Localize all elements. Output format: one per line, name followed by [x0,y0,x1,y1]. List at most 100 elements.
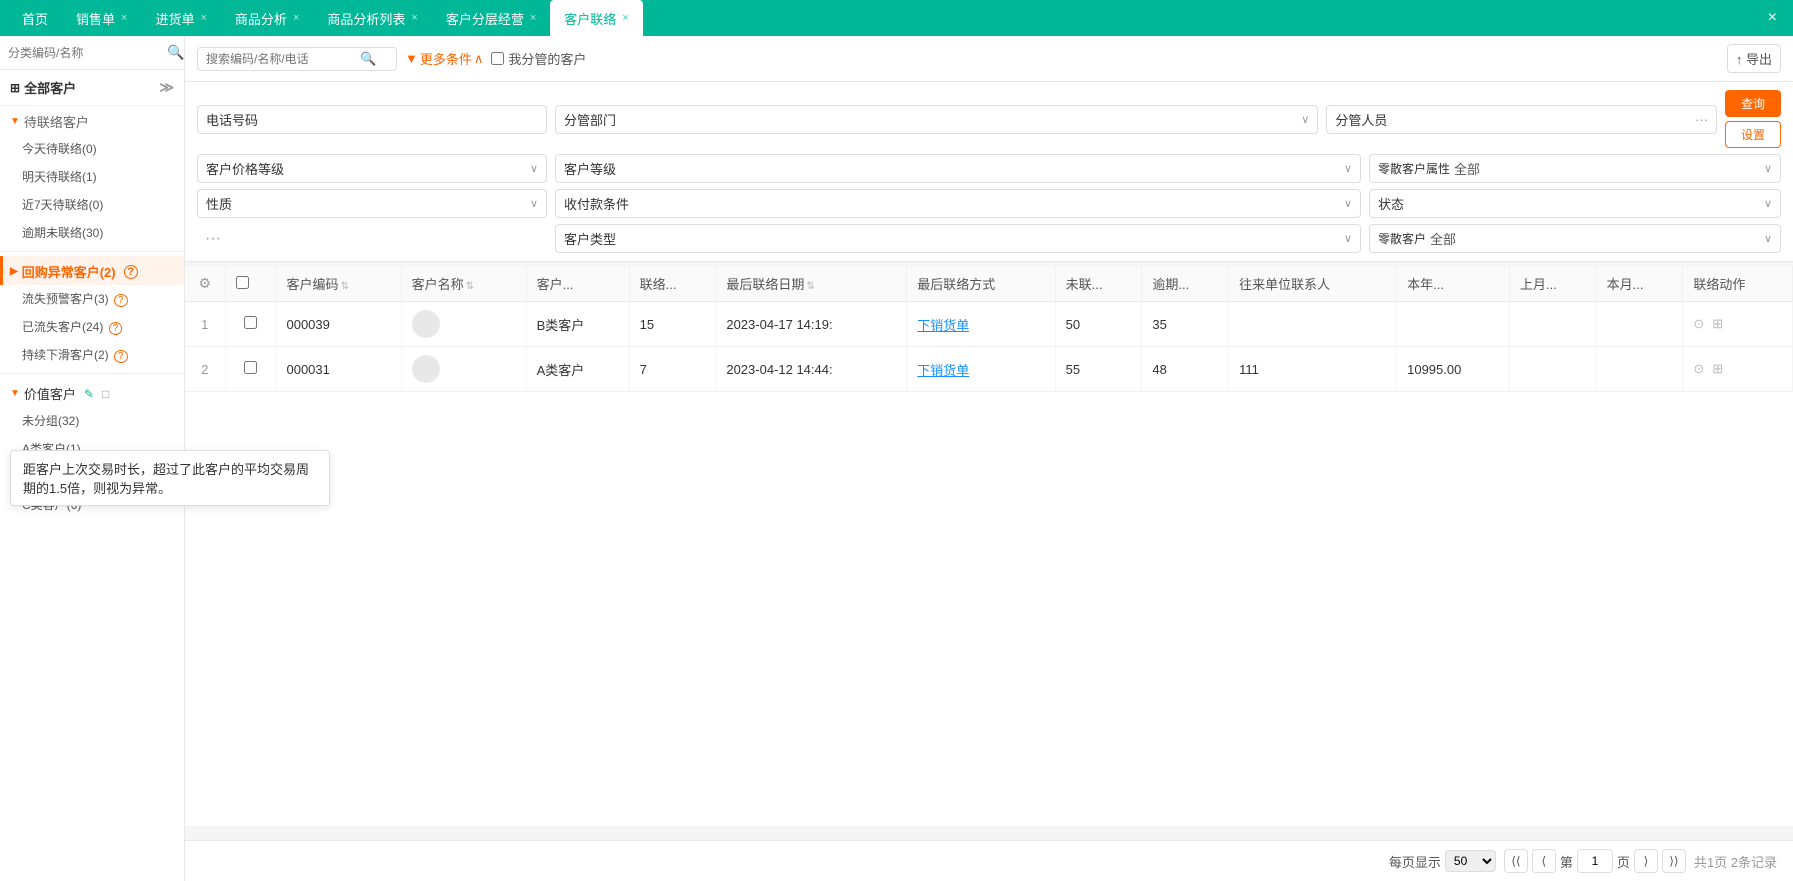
lost-info-icon: ? [109,322,123,335]
nav-customer-tier[interactable]: 客户分层经营 × [432,0,550,36]
row1-contact-person [1229,302,1397,347]
nav-analysis-list[interactable]: 商品分析列表 × [313,0,431,36]
prev-page-button[interactable]: ⟨ [1532,849,1556,873]
sidebar-item-loss-warning[interactable]: 流失预警客户(3) ? [0,285,184,313]
sidebar-item-tomorrow[interactable]: 明天待联络(1) [0,163,184,191]
row2-checkbox[interactable] [244,361,257,374]
more-dots-icon[interactable]: ··· [205,230,221,248]
sidebar-item-today[interactable]: 今天待联络(0) [0,135,184,163]
customer-grade-chevron-icon: ∨ [1344,162,1352,175]
tooltip-popup: 距客户上次交易时长，超过了此客户的平均交易周期的1.5倍，则视为异常。 [185,450,330,506]
search-input-container[interactable]: 🔍 [197,47,397,71]
nav-sales[interactable]: 销售单 × [62,0,141,36]
edit-icon[interactable]: ✎ [84,387,94,401]
nav-purchase[interactable]: 进货单 × [141,0,220,36]
main-search-input[interactable] [206,52,356,66]
col-code[interactable]: 客户编码⇅ [276,266,401,302]
row1-contact-icon[interactable]: ⊙ [1693,316,1704,332]
payment-label: 收付款条件 [564,194,629,213]
row2-this-year: 10995.00 [1397,347,1510,392]
gear-settings-icon[interactable]: ⚙ [198,275,211,291]
per-page-select[interactable]: 10 20 50 100 [1445,850,1496,872]
my-customers-label: 我分管的客户 [508,49,586,68]
scatter-customer-value: 全部 [1430,229,1764,248]
sidebar-divider2 [0,373,184,374]
nav-customer-contact[interactable]: 客户联络 × [550,0,642,36]
sidebar-group-abnormal[interactable]: ▶ 回购异常客户(2) ? [0,256,184,285]
payment-field[interactable]: 收付款条件 ∨ [555,189,1361,218]
col-last-contact-type: 最后联络方式 [907,266,1055,302]
close-icon[interactable]: × [200,12,206,24]
nav-home[interactable]: 首页 [8,0,62,36]
col-this-month: 本月... [1596,266,1683,302]
customer-type-field[interactable]: 客户类型 ∨ [555,224,1361,253]
person-field[interactable]: 分管人员 ··· [1326,105,1717,134]
next-page-button[interactable]: ⟩ [1634,849,1658,873]
sidebar-item-lost[interactable]: 已流失客户(24) ? [0,313,184,341]
export-button[interactable]: ↑ 导出 [1727,44,1781,73]
phone-field[interactable]: 电话号码 [197,105,547,134]
table-header-row: ⚙ 客户编码⇅ 客户名称⇅ 客户... 联络... [185,266,1793,302]
col-last-contact-date[interactable]: 最后联络日期⇅ [716,266,907,302]
close-icon[interactable]: × [411,12,417,24]
person-dots-icon[interactable]: ··· [1695,112,1708,127]
page-number-input[interactable] [1577,849,1613,873]
page-controls: ⟨⟨ ⟨ 第 页 ⟩ ⟩⟩ [1504,849,1686,873]
info-icon: ? [124,265,138,279]
status-label: 状态 [1378,194,1404,213]
col-contact-count: 联络... [629,266,716,302]
sidebar-group-value-label: 价值客户 [24,384,76,403]
pagination-bar: 每页显示 10 20 50 100 ⟨⟨ ⟨ 第 页 ⟩ ⟩⟩ 共1页 2条记录 [185,840,1793,881]
nav-analysis[interactable]: 商品分析 × [221,0,313,36]
window-close-button[interactable]: × [1760,9,1785,27]
nature-field[interactable]: 性质 ∨ [197,189,547,218]
close-icon[interactable]: × [622,12,628,24]
row2-contact-icon[interactable]: ⊙ [1693,361,1704,377]
sidebar-search-icon: 🔍 [167,44,184,61]
sidebar-item-7days[interactable]: 近7天待联络(0) [0,191,184,219]
sidebar-search-container: 🔍 [0,36,184,70]
row2-last-type-link[interactable]: 下销货单 [917,363,969,378]
close-icon[interactable]: × [530,12,536,24]
price-grade-field[interactable]: 客户价格等级 ∨ [197,154,547,183]
row2-avatar [412,355,440,383]
sidebar-group-value[interactable]: ▼ 价值客户 ✎ □ [0,378,184,407]
row1-more-icon[interactable]: ⊞ [1712,316,1723,332]
last-page-button[interactable]: ⟩⟩ [1662,849,1686,873]
sidebar-group-pending[interactable]: ▼ 待联络客户 [0,106,184,135]
sidebar-item-ungrouped[interactable]: 未分组(32) [0,407,184,435]
row1-not-contacted: 50 [1055,302,1142,347]
close-icon[interactable]: × [121,12,127,24]
col-name[interactable]: 客户名称⇅ [401,266,526,302]
query-button[interactable]: 查询 [1725,90,1781,117]
more-conditions-button[interactable]: ▼ 更多条件 ∧ [405,49,483,68]
row2-more-icon[interactable]: ⊞ [1712,361,1723,377]
status-field[interactable]: 状态 ∨ [1369,189,1781,218]
dept-field[interactable]: 分管部门 ∨ [555,105,1318,134]
export-label: ↑ 导出 [1736,49,1772,68]
first-page-button[interactable]: ⟨⟨ [1504,849,1528,873]
collapse-sidebar-icon[interactable]: ≫ [159,79,174,96]
horizontal-scrollbar[interactable] [185,826,1793,840]
sidebar-search-input[interactable] [8,46,163,60]
customer-grade-field[interactable]: 客户等级 ∨ [555,154,1361,183]
row2-contact: 7 [629,347,716,392]
col-actions: 联络动作 [1683,266,1793,302]
row1-last-type-link[interactable]: 下销货单 [917,318,969,333]
scatter-property-label: 零散客户属性 [1378,160,1450,177]
table-wrapper: ⚙ 客户编码⇅ 客户名称⇅ 客户... 联络... [185,266,1793,826]
sidebar-all-customers[interactable]: ⊞ 全部客户 ≫ [0,70,184,106]
all-customers-label: 全部客户 [24,78,76,97]
group-add-icon[interactable]: □ [102,387,109,401]
sidebar-group-pending-label: 待联络客户 [24,112,89,131]
sidebar-item-declining[interactable]: 持续下滑客户(2) ? [0,341,184,369]
close-icon[interactable]: × [293,12,299,24]
settings-button[interactable]: 设置 [1725,121,1781,148]
select-all-checkbox[interactable] [236,276,249,289]
scatter-property-chevron-icon: ∨ [1764,162,1772,175]
my-customers-checkbox[interactable] [491,52,504,65]
sidebar-item-overdue[interactable]: 逾期未联络(30) [0,219,184,247]
phone-label: 电话号码 [206,110,258,129]
nav-sales-label: 销售单 [76,9,115,28]
row1-checkbox[interactable] [244,316,257,329]
